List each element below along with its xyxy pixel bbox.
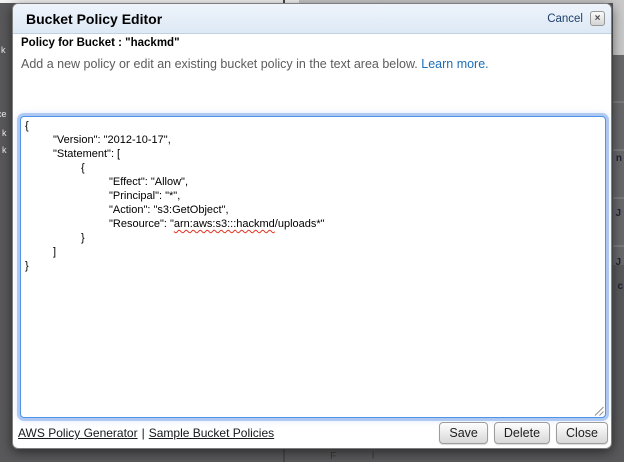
- footer-buttons: Save Delete Close: [439, 422, 608, 444]
- resize-handle-icon[interactable]: [593, 405, 604, 416]
- policy-line: "Version": "2012-10-17",: [25, 133, 601, 147]
- background-text-fragment: k: [1, 46, 6, 55]
- policy-line: ]: [25, 245, 601, 259]
- background-text-fragment: J: [615, 209, 621, 218]
- policy-line: "Action": "s3:GetObject",: [25, 203, 601, 217]
- background-text-fragment: k: [2, 146, 7, 155]
- save-button[interactable]: Save: [439, 422, 488, 444]
- close-x-button[interactable]: ×: [590, 11, 605, 26]
- dialog-header: Bucket Policy Editor Cancel ×: [13, 4, 611, 34]
- background-right-patch: [613, 0, 624, 55]
- background-text-fragment: l: [372, 452, 374, 461]
- learn-more-link[interactable]: Learn more.: [421, 57, 488, 71]
- misspelled-word: arn:aws:s3:::: [174, 218, 236, 230]
- cancel-link[interactable]: Cancel: [547, 13, 583, 25]
- close-button[interactable]: Close: [556, 422, 608, 444]
- background-text-fragment: c: [617, 282, 623, 291]
- description-text: Add a new policy or edit an existing buc…: [21, 57, 418, 71]
- policy-line: "Resource": "arn:aws:s3:::hackmd/uploads…: [25, 217, 601, 231]
- policy-line: {: [25, 161, 601, 175]
- misspelled-word: hackmd: [236, 218, 275, 230]
- link-separator: |: [142, 426, 145, 440]
- background-text-fragment: J: [615, 258, 621, 267]
- policy-line: {: [25, 119, 601, 133]
- aws-policy-generator-link[interactable]: AWS Policy Generator: [18, 426, 138, 440]
- background-text-fragment: k: [2, 129, 7, 138]
- policy-for-bucket-label: Policy for Bucket : "hackmd": [21, 37, 180, 49]
- policy-line: "Principal": "*",: [25, 189, 601, 203]
- dialog-description: Add a new policy or edit an existing buc…: [21, 57, 489, 71]
- x-icon: ×: [595, 13, 601, 24]
- background-text-fragment: ce: [0, 110, 7, 119]
- policy-line: }: [25, 231, 601, 245]
- footer-links: AWS Policy Generator | Sample Bucket Polic…: [18, 426, 274, 440]
- policy-textarea[interactable]: {"Version": "2012-10-17","Statement": [{…: [20, 116, 606, 418]
- delete-button[interactable]: Delete: [494, 422, 550, 444]
- bucket-policy-editor-dialog: Bucket Policy Editor Cancel × Policy for…: [12, 3, 612, 449]
- sample-bucket-policies-link[interactable]: Sample Bucket Policies: [149, 426, 274, 440]
- dialog-title: Bucket Policy Editor: [26, 11, 547, 27]
- policy-text: {"Version": "2012-10-17","Statement": [{…: [25, 119, 601, 273]
- policy-line: }: [25, 259, 601, 273]
- background-text-fragment: n: [616, 154, 622, 163]
- screen: k ce k k n J J c F l Bucket Policy Edito…: [0, 0, 624, 462]
- policy-line: "Effect": "Allow",: [25, 175, 601, 189]
- policy-line: "Statement": [: [25, 147, 601, 161]
- background-text-fragment: F: [330, 452, 336, 461]
